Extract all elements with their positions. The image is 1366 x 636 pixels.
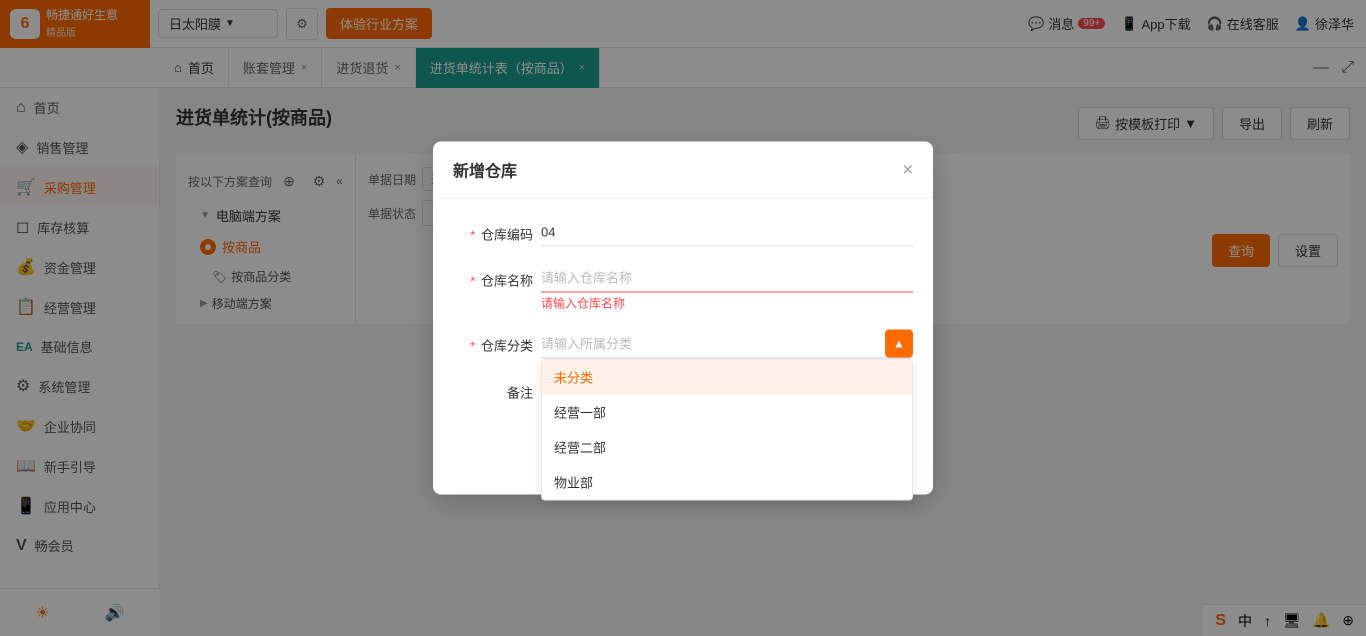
modal-close-button[interactable]: × (902, 159, 913, 180)
dropdown-toggle-button[interactable]: ▲ (885, 330, 913, 358)
form-row-category: * 仓库分类 ▲ 未分类 经营一 (453, 330, 913, 359)
category-dropdown-list: 未分类 经营一部 经营二部 物业部 (541, 359, 913, 501)
form-row-code: * 仓库编码 (453, 219, 913, 247)
form-row-name: * 仓库名称 请输入仓库名称 (453, 265, 913, 312)
modal-title: 新增仓库 (453, 158, 517, 182)
dropdown-option-dept1[interactable]: 经营一部 (542, 395, 912, 430)
name-input[interactable] (541, 265, 913, 293)
name-field: 请输入仓库名称 (541, 265, 913, 312)
dropdown-option-uncategorized[interactable]: 未分类 (542, 360, 912, 395)
name-label: * 仓库名称 (453, 265, 533, 290)
category-input[interactable] (541, 330, 885, 357)
category-label: * 仓库分类 (453, 330, 533, 355)
modal-header: 新增仓库 × (433, 142, 933, 199)
code-field (541, 219, 913, 247)
name-error-message: 请输入仓库名称 (541, 295, 913, 312)
category-input-row: ▲ (541, 330, 913, 359)
category-field: ▲ 未分类 经营一部 经营二部 物业 (541, 330, 913, 359)
dropdown-option-dept3[interactable]: 物业部 (542, 465, 912, 500)
remark-label: 备注 (453, 377, 533, 402)
code-label: * 仓库编码 (453, 219, 533, 244)
modal-body: * 仓库编码 * 仓库名称 请输入仓库名称 * 仓库分类 (433, 199, 933, 443)
code-input[interactable] (541, 219, 913, 247)
chevron-up-icon: ▲ (893, 337, 905, 351)
category-dropdown: ▲ 未分类 经营一部 经营二部 物业 (541, 330, 913, 359)
dropdown-option-dept2[interactable]: 经营二部 (542, 430, 912, 465)
modal-new-warehouse: 新增仓库 × * 仓库编码 * 仓库名称 请输入仓库名称 (433, 142, 933, 495)
